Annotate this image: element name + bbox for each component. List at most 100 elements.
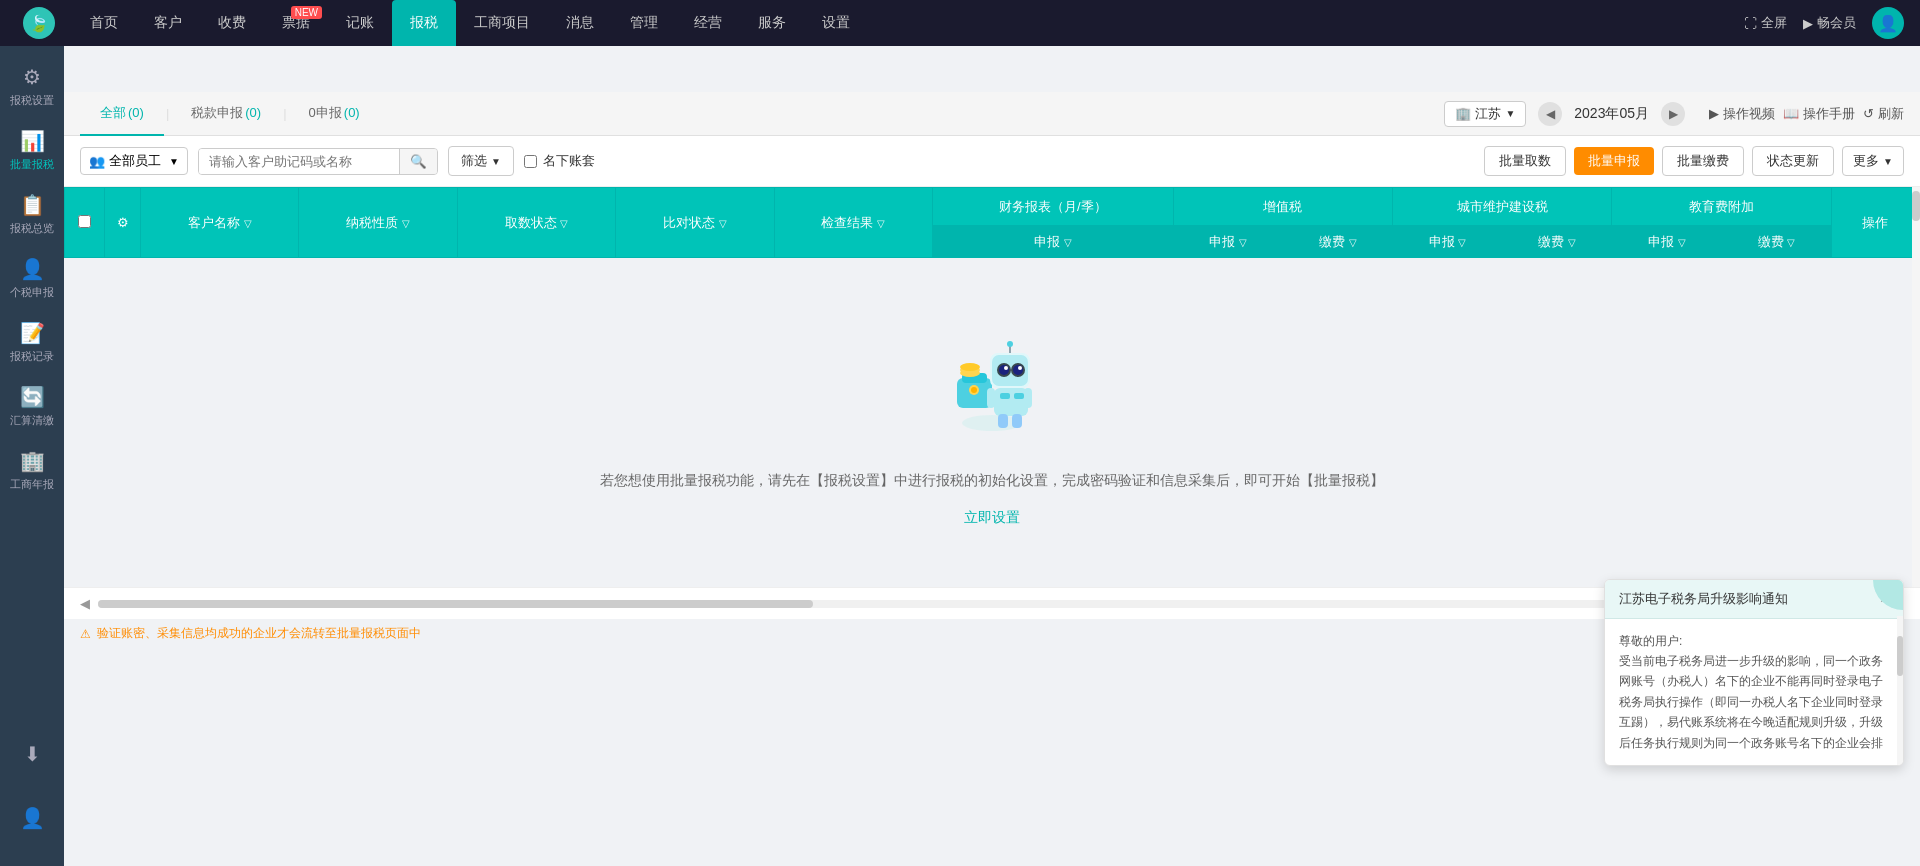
filter-icon: ▽	[877, 218, 885, 229]
col-edu-group: 教育费附加	[1612, 188, 1831, 226]
scrollbar-thumb	[1912, 191, 1920, 221]
nav-item-设置[interactable]: 设置	[804, 0, 868, 46]
logo[interactable]: 🍃	[16, 0, 62, 46]
sidebar-item-6[interactable]: 🏢工商年报	[0, 438, 64, 502]
setup-link[interactable]: 立即设置	[964, 509, 1020, 527]
search-button[interactable]: 🔍	[399, 149, 437, 174]
user-avatar[interactable]: 👤	[1872, 7, 1904, 39]
more-button[interactable]: 更多 ▼	[1842, 146, 1904, 176]
notification-title: 江苏电子税务局升级影响通知	[1619, 590, 1788, 608]
search-input[interactable]	[199, 149, 399, 174]
sidebar-item-0[interactable]: ⚙报税设置	[0, 54, 64, 118]
nav-item-票据[interactable]: 票据NEW	[264, 0, 328, 46]
data-table: ⚙ 客户名称 ▽ 纳税性质 ▽ 取数状态 ▽	[64, 187, 1920, 258]
table-container: ⚙ 客户名称 ▽ 纳税性质 ▽ 取数状态 ▽	[64, 187, 1920, 258]
filter-icon: ▽	[1349, 237, 1357, 248]
sidebar-item-2[interactable]: 📋报税总览	[0, 182, 64, 246]
col-vat-pay: 缴费 ▽	[1283, 226, 1393, 258]
vertical-scrollbar[interactable]	[1912, 187, 1920, 587]
filter-icon: ▽	[1239, 237, 1247, 248]
nav-item-首页[interactable]: 首页	[72, 0, 136, 46]
tab-label-1: 税款申报	[191, 104, 243, 122]
tab-item-0[interactable]: 全部(0)	[80, 92, 164, 136]
nav-item-记账[interactable]: 记账	[328, 0, 392, 46]
status-update-button[interactable]: 状态更新	[1752, 146, 1834, 176]
fullscreen-button[interactable]: ⛶ 全屏	[1744, 14, 1787, 32]
col-tax-type: 纳税性质 ▽	[299, 188, 457, 258]
tab-bar: 全部(0)|税款申报(0)|0申报(0) 🏢江苏▼ ◀ 2023年05月 ▶ ▶…	[64, 92, 1920, 136]
col-checkbox	[65, 188, 105, 258]
employee-select[interactable]: 👥 全部员工 ▼	[80, 147, 188, 175]
nav-item-报税[interactable]: 报税	[392, 0, 456, 46]
filter-icon: ▽	[1568, 237, 1576, 248]
sidebar-item-download[interactable]: ⬇	[0, 722, 64, 786]
employee-select-icon: 👥	[89, 154, 105, 169]
sidebar-item-1[interactable]: 📊批量报税	[0, 118, 64, 182]
filter-chevron-icon: ▼	[491, 156, 501, 167]
batch-declare-button[interactable]: 批量申报	[1574, 147, 1654, 175]
notification-body: 尊敬的用户: 受当前电子税务局进一步升级的影响，同一个政务网账号（办税人）名下的…	[1605, 619, 1903, 765]
nav-item-管理[interactable]: 管理	[612, 0, 676, 46]
vip-icon: ▶	[1803, 16, 1813, 31]
under-account-checkbox-label[interactable]: 名下账套	[524, 152, 595, 170]
col-fetch-status: 取数状态 ▽	[457, 188, 615, 258]
svg-point-17	[1007, 341, 1013, 347]
nav-item-工商项目[interactable]: 工商项目	[456, 0, 548, 46]
filter-icon: ▽	[1678, 237, 1686, 248]
region-select-button[interactable]: 🏢江苏▼	[1444, 101, 1526, 127]
col-operation: 操作	[1831, 188, 1919, 258]
filter-icon: ▽	[1458, 237, 1466, 248]
top-nav: 🍃 首页客户收费票据NEW记账报税工商项目消息管理经营服务设置 ⛶ 全屏 ▶ 畅…	[0, 0, 1920, 46]
empty-state: 若您想使用批量报税功能，请先在【报税设置】中进行报税的初始化设置，完成密码验证和…	[64, 258, 1920, 587]
tab-item-1[interactable]: 税款申报(0)	[171, 92, 281, 136]
search-box: 🔍	[198, 148, 438, 175]
batch-pay-button[interactable]: 批量缴费	[1662, 146, 1744, 176]
region-chevron-icon: ▼	[1505, 108, 1515, 119]
vip-button[interactable]: ▶ 畅会员	[1803, 14, 1856, 32]
operation-video-button[interactable]: ▶ 操作视频	[1709, 105, 1775, 123]
prev-month-button[interactable]: ◀	[1538, 102, 1562, 126]
batch-fetch-button[interactable]: 批量取数	[1484, 146, 1566, 176]
svg-rect-23	[987, 388, 995, 408]
sidebar-label-2: 报税总览	[10, 221, 54, 236]
sidebar-label-0: 报税设置	[10, 93, 54, 108]
nav-items: 首页客户收费票据NEW记账报税工商项目消息管理经营服务设置	[72, 0, 1744, 46]
svg-point-13	[1013, 365, 1023, 375]
refresh-button[interactable]: ↺ 刷新	[1863, 105, 1904, 123]
operation-manual-button[interactable]: 📖 操作手册	[1783, 105, 1855, 123]
notification-text: 尊敬的用户: 受当前电子税务局进一步升级的影响，同一个政务网账号（办税人）名下的…	[1619, 631, 1889, 753]
sidebar: ⚙报税设置📊批量报税📋报税总览👤个税申报📝报税记录🔄汇算清缴🏢工商年报 ⬇ 👤	[0, 46, 64, 866]
sidebar-item-5[interactable]: 🔄汇算清缴	[0, 374, 64, 438]
nav-item-收费[interactable]: 收费	[200, 0, 264, 46]
nav-item-客户[interactable]: 客户	[136, 0, 200, 46]
nav-item-服务[interactable]: 服务	[740, 0, 804, 46]
notification-scrollbar[interactable]	[1897, 616, 1903, 765]
next-month-button[interactable]: ▶	[1661, 102, 1685, 126]
notification-close-button[interactable]: ×	[1880, 590, 1889, 608]
region-selector: 🏢江苏▼ ◀ 2023年05月 ▶	[1444, 101, 1685, 127]
toolbar-right: 批量取数 批量申报 批量缴费 状态更新 更多 ▼	[1484, 146, 1904, 176]
svg-rect-19	[1000, 393, 1010, 399]
col-edu-pay: 缴费 ▽	[1722, 226, 1832, 258]
sidebar-item-4[interactable]: 📝报税记录	[0, 310, 64, 374]
sidebar-label-6: 工商年报	[10, 477, 54, 492]
filter-icon: ▽	[719, 218, 727, 229]
nav-item-消息[interactable]: 消息	[548, 0, 612, 46]
svg-rect-20	[1014, 393, 1024, 399]
sidebar-item-3[interactable]: 👤个税申报	[0, 246, 64, 310]
select-all-checkbox[interactable]	[78, 215, 91, 228]
sidebar-item-profile[interactable]: 👤	[0, 786, 64, 850]
tab-label-2: 0申报	[309, 104, 342, 122]
under-account-checkbox[interactable]	[524, 155, 537, 168]
filter-button[interactable]: 筛选 ▼	[448, 146, 514, 176]
sidebar-icon-4: 📝	[20, 321, 45, 345]
tab-item-2[interactable]: 0申报(0)	[289, 92, 380, 136]
filter-icon: ▽	[1787, 237, 1795, 248]
col-edu-declare: 申报 ▽	[1612, 226, 1722, 258]
toolbar: 👥 全部员工 ▼ 🔍 筛选 ▼ 名下账套 批量取数 批量申报 批量缴费 状态更新…	[64, 136, 1920, 187]
svg-rect-24	[1024, 388, 1032, 408]
current-month: 2023年05月	[1574, 105, 1649, 123]
profile-icon: 👤	[20, 806, 45, 830]
nav-item-经营[interactable]: 经营	[676, 0, 740, 46]
col-gear: ⚙	[105, 188, 141, 258]
